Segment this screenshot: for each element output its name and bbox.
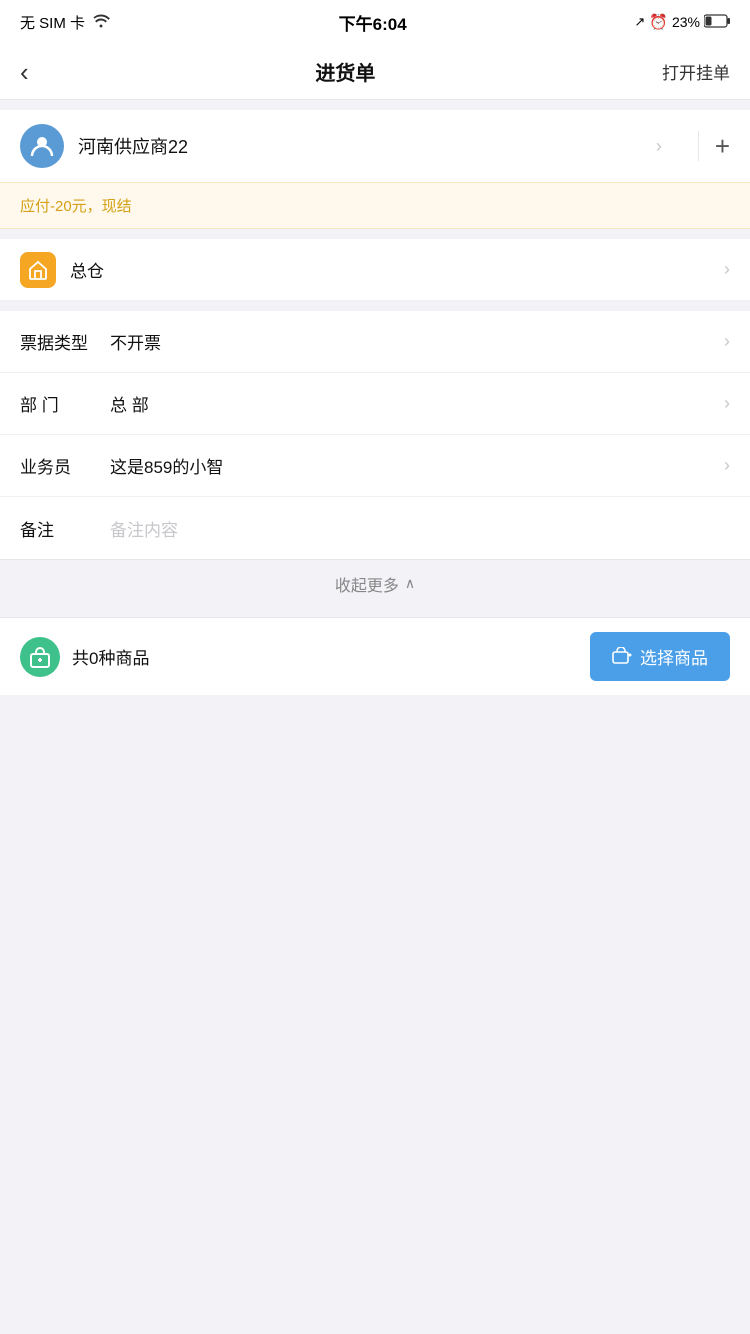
carrier-label: 无 SIM 卡: [20, 12, 85, 33]
warehouse-chevron-icon: ›: [724, 259, 730, 280]
supplier-avatar: [20, 124, 64, 168]
nav-bar: ‹ 进货单 打开挂单: [0, 44, 750, 100]
alarm-icon: ⏰: [649, 13, 668, 31]
page-background: [0, 695, 750, 995]
supplier-section: 河南供应商22 › + 应付-20元，现结: [0, 110, 750, 229]
department-value: 总 部: [110, 391, 716, 416]
salesperson-chevron-icon: ›: [724, 455, 730, 476]
remark-label: 备注: [20, 516, 110, 541]
department-label: 部 门: [20, 391, 110, 416]
location-icon: ↗: [634, 14, 645, 30]
cart-icon: [612, 647, 632, 667]
remark-input[interactable]: 备注内容: [110, 516, 730, 541]
supplier-divider: [698, 131, 699, 161]
top-divider: [0, 100, 750, 110]
supplier-chevron-icon: ›: [656, 136, 662, 157]
ticket-type-chevron-icon: ›: [724, 331, 730, 352]
department-row[interactable]: 部 门 总 部 ›: [0, 373, 750, 435]
warehouse-icon-bg: [20, 252, 56, 288]
supplier-row[interactable]: 河南供应商22 › +: [0, 110, 750, 182]
status-bar-left: 无 SIM 卡: [20, 12, 111, 33]
collapse-row[interactable]: 收起更多 ∧: [0, 559, 750, 607]
warehouse-name: 总仓: [70, 257, 716, 282]
status-bar-time: 下午6:04: [339, 10, 407, 35]
product-count-label: 共0种商品: [72, 644, 590, 669]
supplier-name: 河南供应商22: [78, 133, 656, 159]
ticket-type-row[interactable]: 票据类型 不开票 ›: [0, 311, 750, 373]
battery-label: 23%: [672, 14, 700, 30]
open-pending-button[interactable]: 打开挂单: [662, 59, 730, 84]
back-button[interactable]: ‹: [20, 59, 29, 85]
status-bar: 无 SIM 卡 下午6:04 ↗ ⏰ 23%: [0, 0, 750, 44]
collapse-label: 收起更多: [335, 572, 399, 596]
add-button[interactable]: +: [715, 131, 730, 162]
wifi-icon: [91, 12, 111, 32]
page-title: 进货单: [315, 57, 375, 86]
ticket-type-value: 不开票: [110, 329, 716, 354]
department-chevron-icon: ›: [724, 393, 730, 414]
warehouse-section: 总仓 ›: [0, 239, 750, 301]
ticket-type-label: 票据类型: [20, 329, 110, 354]
collapse-arrow-icon: ∧: [405, 575, 415, 592]
select-product-button[interactable]: 选择商品: [590, 632, 730, 681]
remark-row[interactable]: 备注 备注内容: [0, 497, 750, 559]
battery-icon: [704, 14, 730, 31]
form-fields-section: 票据类型 不开票 › 部 门 总 部 › 业务员 这是859的小智 › 备注 备…: [0, 311, 750, 559]
product-count-icon-bg: [20, 637, 60, 677]
bottom-bar: 共0种商品 选择商品: [0, 617, 750, 695]
balance-notice: 应付-20元，现结: [0, 182, 750, 229]
salesperson-value: 这是859的小智: [110, 453, 716, 478]
select-product-label: 选择商品: [640, 644, 708, 669]
warehouse-row[interactable]: 总仓 ›: [0, 239, 750, 301]
salesperson-row[interactable]: 业务员 这是859的小智 ›: [0, 435, 750, 497]
salesperson-label: 业务员: [20, 453, 110, 478]
status-bar-right: ↗ ⏰ 23%: [634, 13, 730, 31]
